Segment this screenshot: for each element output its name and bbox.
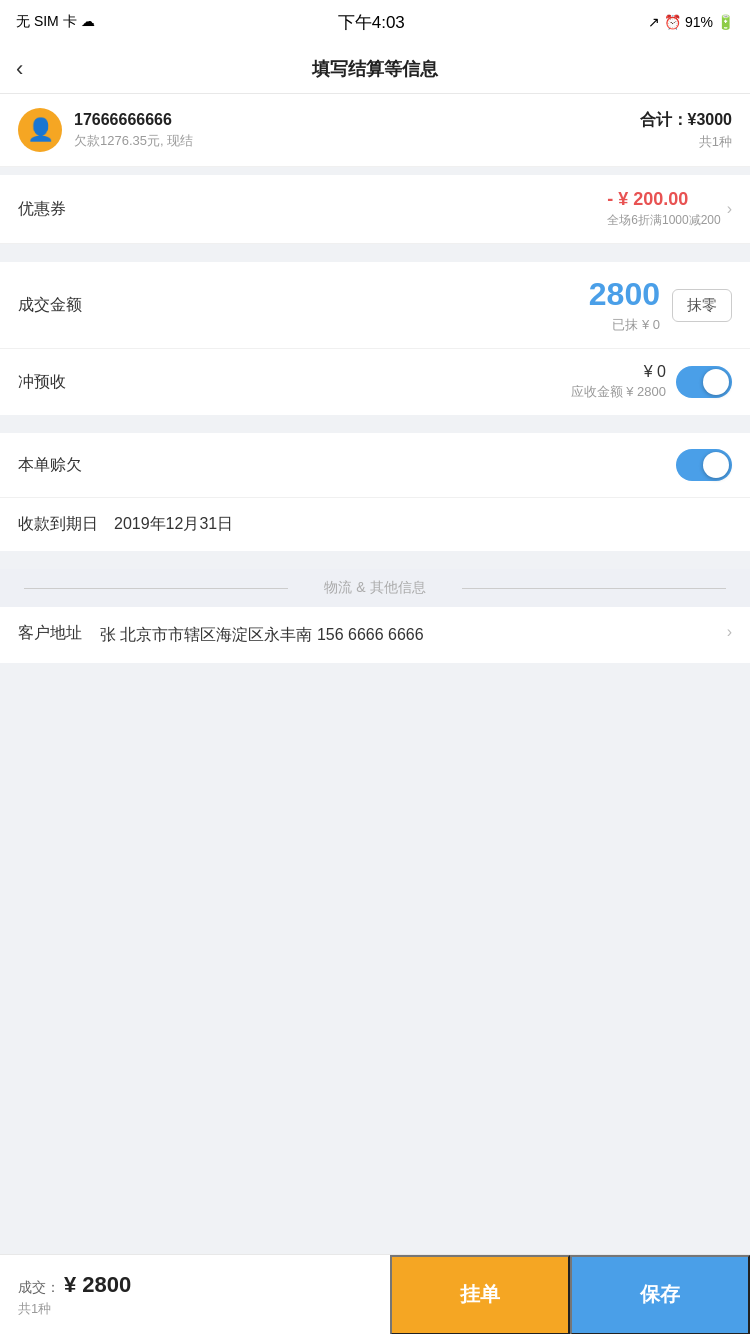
divider-line-left bbox=[24, 588, 288, 589]
prepayment-amount: ¥ 0 bbox=[571, 363, 666, 381]
coupon-chevron-icon: › bbox=[727, 200, 732, 218]
divider-line-right bbox=[462, 588, 726, 589]
debt-row: 本单赊欠 bbox=[0, 433, 750, 497]
prepayment-toggle[interactable] bbox=[676, 366, 732, 398]
debt-toggle[interactable] bbox=[676, 449, 732, 481]
back-button[interactable]: ‹ bbox=[16, 56, 23, 82]
customer-left: 👤 17666666666 欠款1276.35元, 现结 bbox=[18, 108, 193, 152]
prepayment-label: 冲预收 bbox=[18, 372, 66, 393]
location-icon: ↗ bbox=[648, 14, 660, 30]
logistics-divider-text: 物流 & 其他信息 bbox=[324, 579, 425, 597]
status-bar: 无 SIM 卡 ☁ 下午4:03 ↗ ⏰ 91% 🔋 bbox=[0, 0, 750, 44]
coupon-label: 优惠券 bbox=[18, 199, 66, 220]
deal-right: 2800 已抹 ¥ 0 抹零 bbox=[589, 276, 732, 334]
coupon-row[interactable]: 优惠券 - ¥ 200.00 全场6折满1000减200 › bbox=[0, 175, 750, 244]
sim-status: 无 SIM 卡 ☁ bbox=[16, 13, 95, 31]
address-section: 客户地址 张 北京市市辖区海淀区永丰南 156 6666 6666 › bbox=[0, 607, 750, 663]
address-value: 张 北京市市辖区海淀区永丰南 156 6666 6666 bbox=[100, 623, 715, 647]
bottom-deal-amount: ¥ 2800 bbox=[64, 1272, 131, 1298]
status-right: ↗ ⏰ 91% 🔋 bbox=[648, 14, 734, 30]
prepayment-toggle-track bbox=[676, 366, 732, 398]
deal-amount-value: 2800 bbox=[589, 276, 660, 313]
nav-bar: ‹ 填写结算等信息 bbox=[0, 44, 750, 94]
status-time: 下午4:03 bbox=[338, 11, 405, 34]
pending-button[interactable]: 挂单 bbox=[390, 1255, 570, 1335]
debt-toggle-track bbox=[676, 449, 732, 481]
customer-phone: 17666666666 bbox=[74, 111, 193, 129]
bottom-count: 共1种 bbox=[18, 1300, 372, 1318]
logistics-divider: 物流 & 其他信息 bbox=[0, 569, 750, 607]
bottom-bar: 成交： ¥ 2800 共1种 挂单 保存 bbox=[0, 1254, 750, 1334]
prepayment-value-group: ¥ 0 应收金额 ¥ 2800 bbox=[571, 363, 666, 401]
round-button[interactable]: 抹零 bbox=[672, 289, 732, 322]
deal-amount-label: 成交金额 bbox=[18, 295, 82, 316]
save-button[interactable]: 保存 bbox=[570, 1255, 750, 1335]
gap-2 bbox=[0, 423, 750, 433]
prepayment-row: 冲预收 ¥ 0 应收金额 ¥ 2800 bbox=[0, 348, 750, 415]
avatar-icon: 👤 bbox=[27, 117, 54, 143]
due-date-row: 收款到期日 2019年12月31日 bbox=[0, 497, 750, 551]
due-date-value: 2019年12月31日 bbox=[114, 514, 233, 535]
empty-space bbox=[0, 671, 750, 791]
debt-toggle-thumb bbox=[703, 452, 729, 478]
deal-amount-section: 成交金额 2800 已抹 ¥ 0 抹零 冲预收 ¥ 0 应收金额 ¥ 2800 bbox=[0, 262, 750, 415]
total-amount: 合计：¥3000 bbox=[640, 110, 733, 131]
battery-level: 91% bbox=[685, 14, 713, 30]
coupon-section: 优惠券 - ¥ 200.00 全场6折满1000减200 › bbox=[0, 175, 750, 244]
address-row[interactable]: 客户地址 张 北京市市辖区海淀区永丰南 156 6666 6666 › bbox=[0, 607, 750, 663]
coupon-value-group: - ¥ 200.00 全场6折满1000减200 bbox=[607, 189, 720, 229]
gap-3 bbox=[0, 559, 750, 569]
gap-1 bbox=[0, 252, 750, 262]
debt-section: 本单赊欠 收款到期日 2019年12月31日 bbox=[0, 433, 750, 551]
bottom-left: 成交： ¥ 2800 共1种 bbox=[0, 1272, 390, 1318]
battery-icon: 🔋 bbox=[717, 14, 734, 30]
coupon-detail: 全场6折满1000减200 bbox=[607, 212, 720, 229]
customer-debt-info: 欠款1276.35元, 现结 bbox=[74, 132, 193, 150]
prepayment-toggle-thumb bbox=[703, 369, 729, 395]
bottom-deal-label: 成交： bbox=[18, 1279, 60, 1297]
address-label: 客户地址 bbox=[18, 623, 88, 644]
total-count: 共1种 bbox=[640, 133, 733, 151]
customer-section: 👤 17666666666 欠款1276.35元, 现结 合计：¥3000 共1… bbox=[0, 94, 750, 167]
prepayment-sub: 应收金额 ¥ 2800 bbox=[571, 383, 666, 401]
deal-amount-row: 成交金额 2800 已抹 ¥ 0 抹零 bbox=[0, 262, 750, 348]
alarm-icon: ⏰ bbox=[664, 14, 681, 30]
avatar: 👤 bbox=[18, 108, 62, 152]
bottom-deal-row: 成交： ¥ 2800 bbox=[18, 1272, 372, 1298]
status-left: 无 SIM 卡 ☁ bbox=[16, 13, 95, 31]
page-title: 填写结算等信息 bbox=[312, 57, 438, 81]
coupon-right: - ¥ 200.00 全场6折满1000减200 › bbox=[607, 189, 732, 229]
coupon-discount: - ¥ 200.00 bbox=[607, 189, 720, 210]
customer-info: 17666666666 欠款1276.35元, 现结 bbox=[74, 111, 193, 150]
address-chevron-icon: › bbox=[727, 623, 732, 641]
deal-amount-group: 2800 已抹 ¥ 0 bbox=[589, 276, 660, 334]
customer-total: 合计：¥3000 共1种 bbox=[640, 110, 733, 151]
deal-sub-text: 已抹 ¥ 0 bbox=[589, 316, 660, 334]
debt-label: 本单赊欠 bbox=[18, 455, 82, 476]
customer-row: 👤 17666666666 欠款1276.35元, 现结 合计：¥3000 共1… bbox=[0, 94, 750, 167]
prepayment-right: ¥ 0 应收金额 ¥ 2800 bbox=[571, 363, 732, 401]
main-content: 👤 17666666666 欠款1276.35元, 现结 合计：¥3000 共1… bbox=[0, 94, 750, 881]
due-date-label: 收款到期日 bbox=[18, 514, 98, 535]
